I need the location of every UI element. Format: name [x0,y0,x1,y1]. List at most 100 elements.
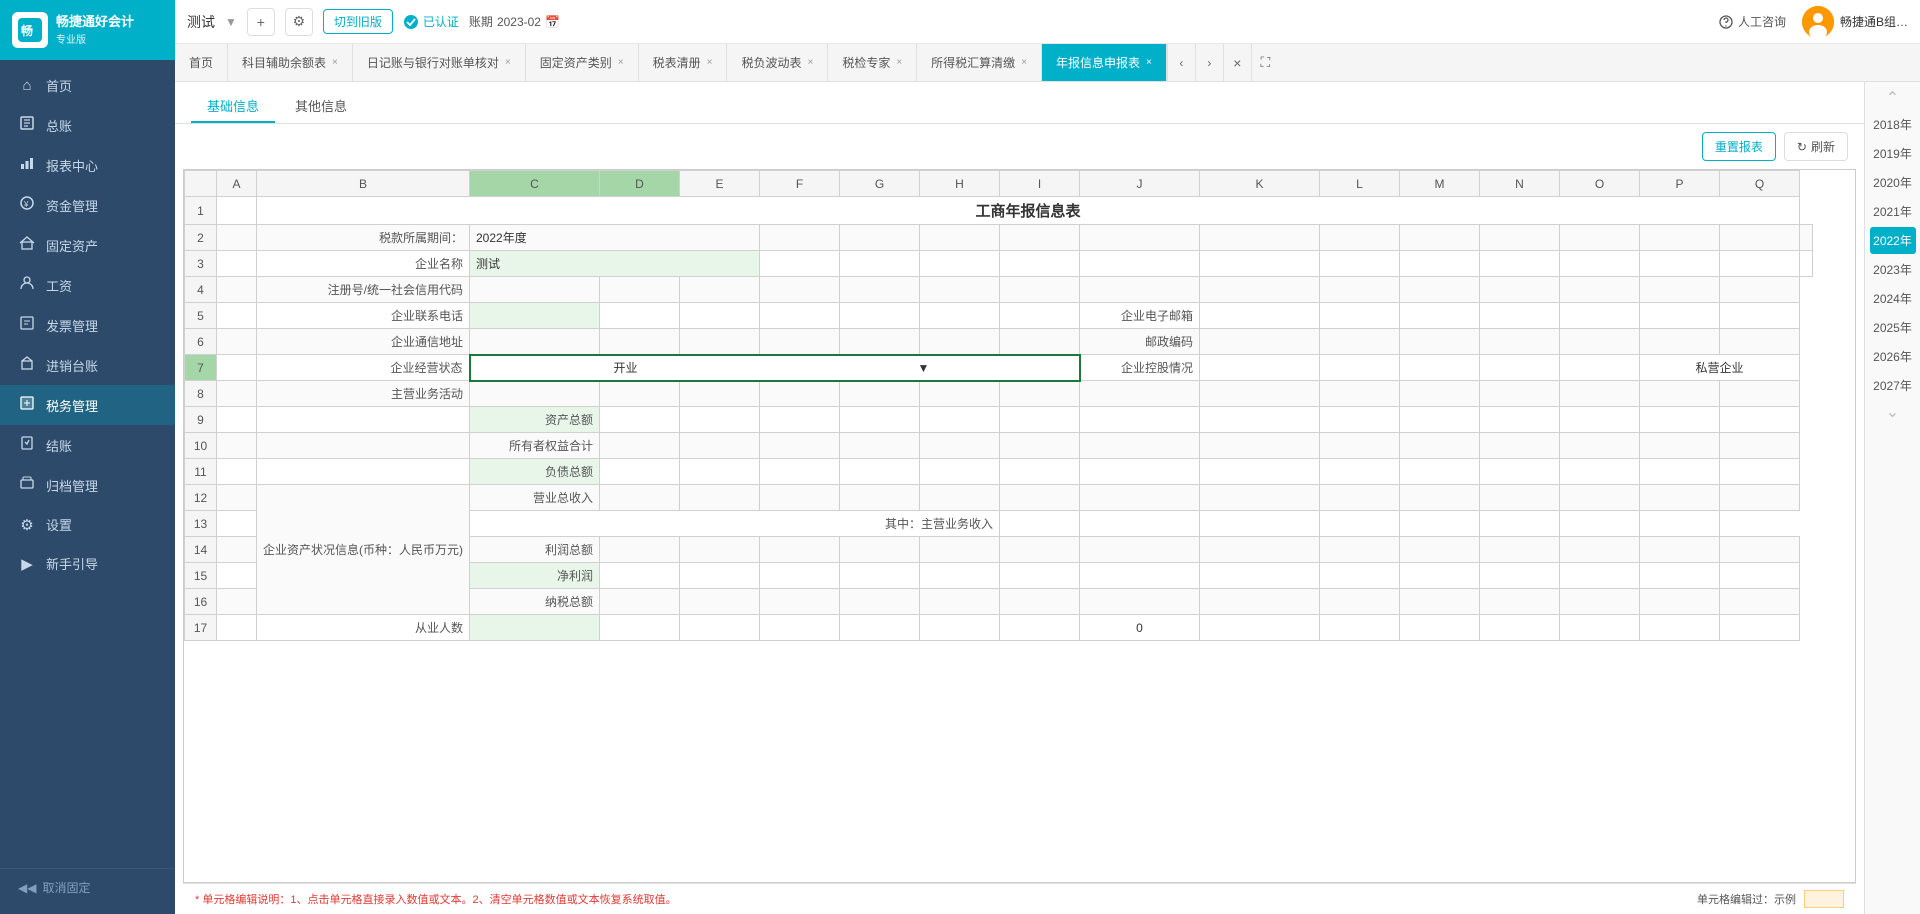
row-num-2[interactable]: 2 [185,225,217,251]
cell-9-c[interactable]: 资产总额 [470,407,600,433]
tab-auxiliary-balance[interactable]: 科目辅助余额表 × [228,44,353,82]
cell-11-d[interactable] [600,459,680,485]
cell-14-m[interactable] [1400,537,1480,563]
cell-5-m[interactable] [1400,303,1480,329]
row-num-16[interactable]: 16 [185,589,217,615]
cell-3-h[interactable] [1000,251,1080,277]
cell-15-j[interactable] [1080,563,1200,589]
cell-13-j[interactable] [1000,511,1080,537]
cell-9-n[interactable] [1480,407,1560,433]
row-num-8[interactable]: 8 [185,381,217,407]
row-num-3[interactable]: 3 [185,251,217,277]
cell-2-g[interactable] [920,225,1000,251]
cell-8-e[interactable] [680,381,760,407]
cell-16-c[interactable]: 纳税总额 [470,589,600,615]
year-item-2022[interactable]: 2022年 [1870,227,1916,254]
tab-expand-button[interactable]: ⛶ [1251,44,1279,82]
year-item-2024[interactable]: 2024年 [1870,285,1916,312]
year-item-2018[interactable]: 2018年 [1870,111,1916,138]
cell-4-d[interactable] [600,277,680,303]
cell-11-n[interactable] [1480,459,1560,485]
col-header-p[interactable]: P [1640,171,1720,197]
tab-close-icon[interactable]: × [505,58,511,68]
cell-11-k[interactable] [1200,459,1320,485]
cell-14-j[interactable] [1080,537,1200,563]
switch-version-button[interactable]: 切到旧版 [323,9,393,34]
cell-17-n[interactable] [1480,615,1560,641]
cell-14-e[interactable] [680,537,760,563]
cell-16-a[interactable] [217,589,257,615]
tab-home[interactable]: 首页 [175,44,228,82]
cell-14-d[interactable] [600,537,680,563]
cell-12-e[interactable] [680,485,760,511]
tab-close-icon[interactable]: × [707,58,713,68]
col-header-m[interactable]: M [1400,171,1480,197]
cell-3-g[interactable] [920,251,1000,277]
tab-fixed-assets-category[interactable]: 固定资产类别 × [526,44,639,82]
cell-10-c[interactable]: 所有者权益合计 [470,433,600,459]
cell-12-c[interactable]: 营业总收入 [470,485,600,511]
cell-17-m[interactable] [1400,615,1480,641]
cell-15-g[interactable] [840,563,920,589]
cell-16-q[interactable] [1720,589,1800,615]
cell-6-j[interactable]: 邮政编码 [1080,329,1200,355]
cell-7-m[interactable] [1400,355,1480,381]
cell-8-o[interactable] [1560,381,1640,407]
year-scroll-down-button[interactable]: ⌄ [1886,400,1899,424]
cell-17-g[interactable] [840,615,920,641]
cell-3-q[interactable] [1800,251,1813,277]
cell-2-o[interactable] [1640,225,1720,251]
cell-14-n[interactable] [1480,537,1560,563]
cell-15-o[interactable] [1560,563,1640,589]
tab-annual-report[interactable]: 年报信息申报表 × [1042,44,1167,82]
cell-6-q[interactable] [1720,329,1800,355]
cell-12-p[interactable] [1640,485,1720,511]
cell-3-a[interactable] [217,251,257,277]
row-num-13[interactable]: 13 [185,511,217,537]
year-scroll-up-button[interactable]: ⌃ [1886,86,1899,110]
cell-10-n[interactable] [1480,433,1560,459]
cell-14-g[interactable] [840,537,920,563]
cell-16-f[interactable] [760,589,840,615]
cell-4-q[interactable] [1720,277,1800,303]
cell-6-e[interactable] [680,329,760,355]
cell-8-c[interactable] [470,381,600,407]
cell-1-title[interactable]: 工商年报信息表 [257,197,1800,225]
cell-10-o[interactable] [1560,433,1640,459]
cell-12-f[interactable] [760,485,840,511]
unpin-button[interactable]: ◀◀ 取消固定 [0,868,175,906]
cell-6-g[interactable] [840,329,920,355]
tab-close-icon[interactable]: × [618,58,624,68]
cell-13-m[interactable] [1320,511,1400,537]
cell-2-p[interactable] [1720,225,1800,251]
cell-2-l[interactable] [1400,225,1480,251]
cell-10-m[interactable] [1400,433,1480,459]
cell-11-g[interactable] [840,459,920,485]
cell-5-f[interactable] [760,303,840,329]
cell-14-p[interactable] [1640,537,1720,563]
cell-9-d[interactable] [600,407,680,433]
cell-4-j[interactable] [1080,277,1200,303]
cell-15-a[interactable] [217,563,257,589]
cell-6-a[interactable] [217,329,257,355]
cell-6-m[interactable] [1400,329,1480,355]
cell-9-o[interactable] [1560,407,1640,433]
cell-7-a[interactable] [217,355,257,381]
sidebar-item-fund[interactable]: ¥ 资金管理 [0,185,175,225]
sidebar-item-closing[interactable]: 结账 [0,425,175,465]
cell-17-e[interactable] [680,615,760,641]
cell-13-p[interactable] [1560,511,1640,537]
cell-3-l[interactable] [1400,251,1480,277]
row-num-17[interactable]: 17 [185,615,217,641]
cell-17-p[interactable] [1640,615,1720,641]
cell-11-b[interactable] [257,459,470,485]
col-header-e[interactable]: E [680,171,760,197]
cell-4-a[interactable] [217,277,257,303]
cell-7-n[interactable] [1480,355,1560,381]
cell-16-i[interactable] [1000,589,1080,615]
cell-2-n[interactable] [1560,225,1640,251]
col-header-l[interactable]: L [1320,171,1400,197]
cell-10-i[interactable] [1000,433,1080,459]
cell-12-q[interactable] [1720,485,1800,511]
cell-17-b[interactable]: 从业人数 [257,615,470,641]
